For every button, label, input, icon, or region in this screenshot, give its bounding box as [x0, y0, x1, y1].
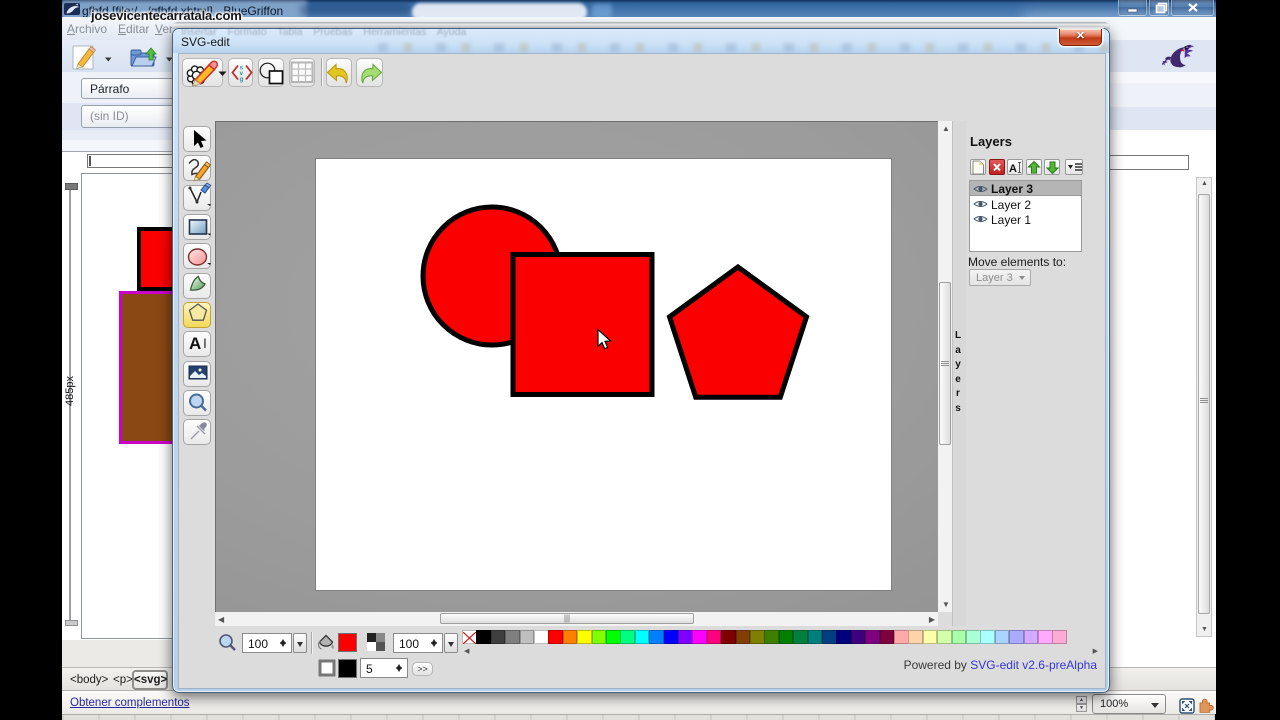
svg-text:A: A: [189, 334, 201, 353]
svg-text:I: I: [203, 335, 207, 351]
svg-text:A: A: [1009, 163, 1017, 175]
svg-text:g: g: [240, 76, 244, 83]
